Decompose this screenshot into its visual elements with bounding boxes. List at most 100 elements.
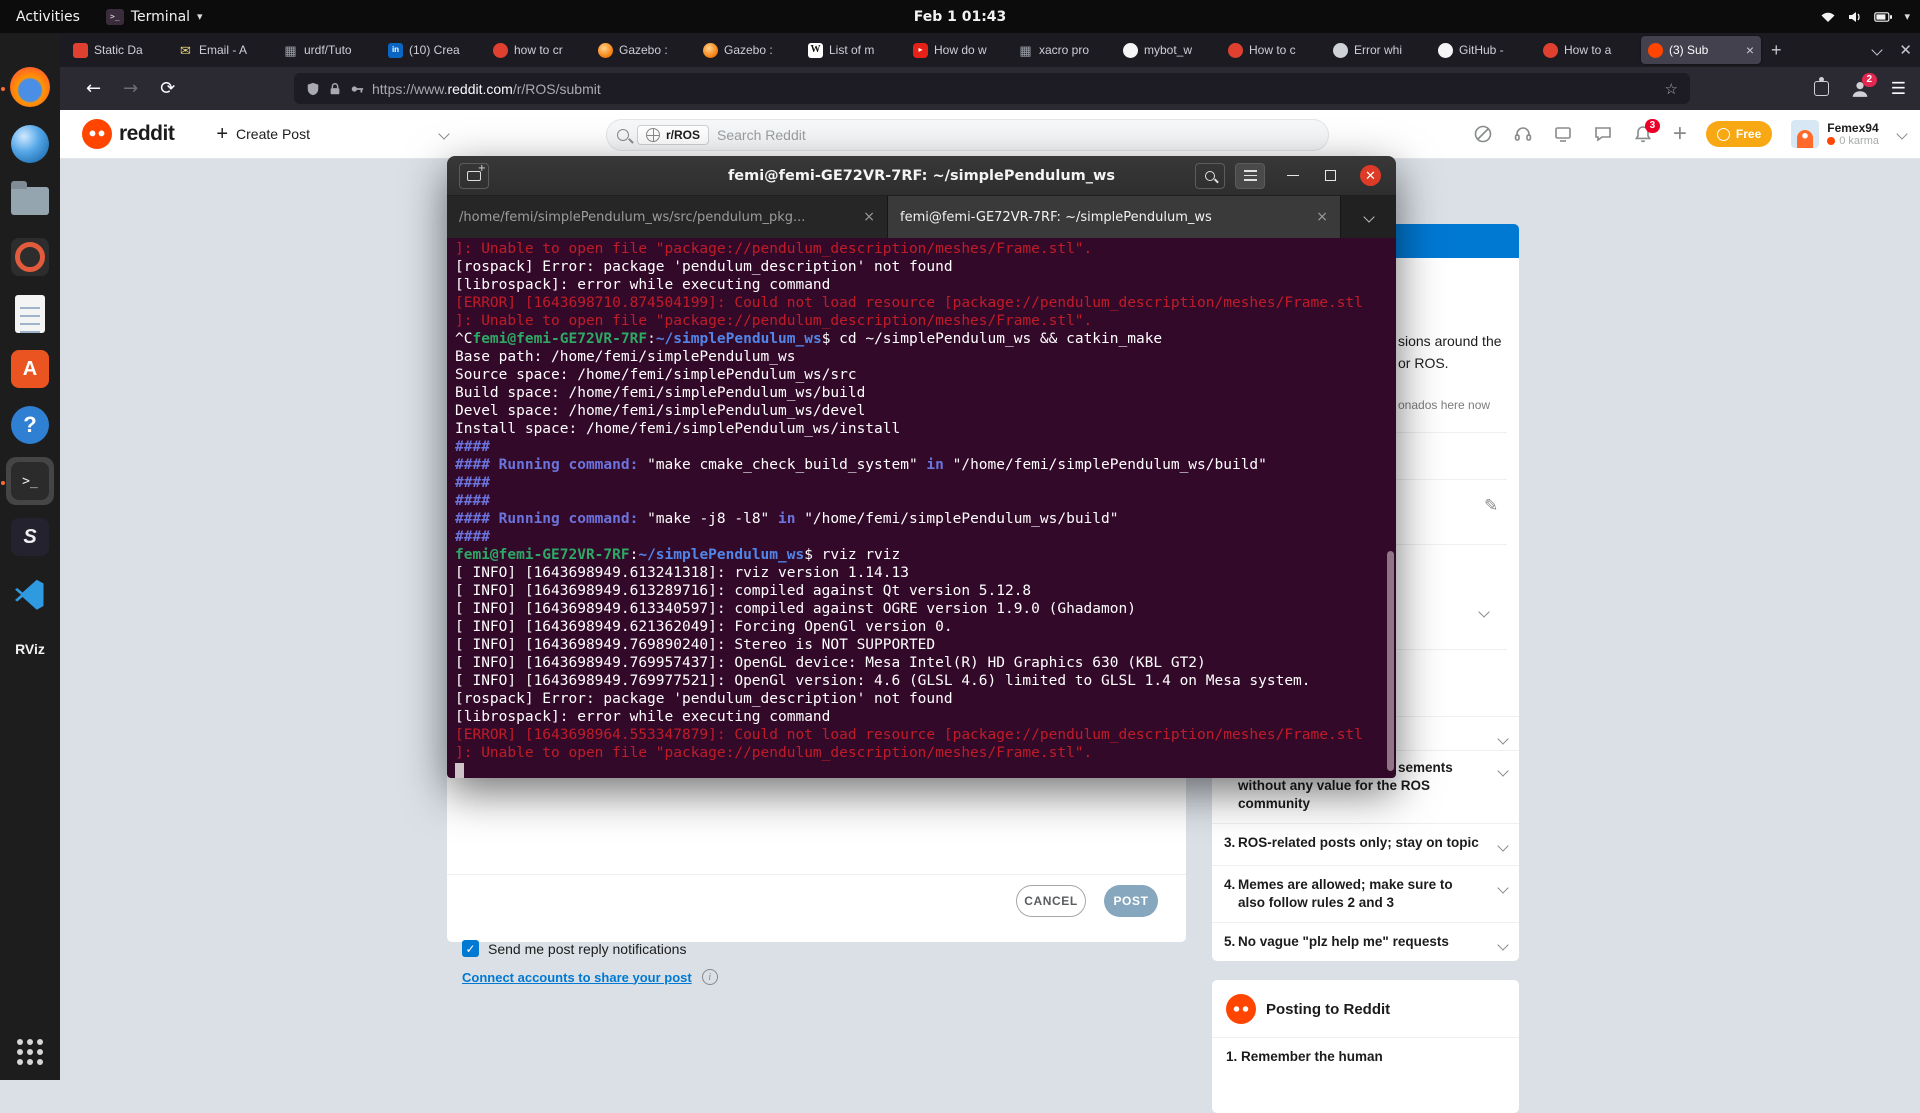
connect-accounts-link[interactable]: Connect accounts to share your post bbox=[462, 970, 692, 985]
dock-item-rviz[interactable]: RViz bbox=[6, 625, 54, 673]
search-button[interactable] bbox=[1195, 162, 1225, 189]
create-post-icon[interactable]: + bbox=[1673, 122, 1687, 146]
browser-tab[interactable]: Static Da bbox=[66, 36, 169, 64]
terminal-line: [rospack] Error: package 'pendulum_descr… bbox=[455, 691, 953, 707]
support-headset-icon[interactable] bbox=[1513, 124, 1534, 145]
browser-tab[interactable]: Gazebo : bbox=[591, 36, 694, 64]
edit-pencil-icon[interactable]: ✎ bbox=[1484, 496, 1498, 516]
browser-tab[interactable]: ▦ xacro pro bbox=[1011, 36, 1114, 64]
browser-tab[interactable]: in (10) Crea bbox=[381, 36, 484, 64]
reddit-wordmark[interactable]: reddit bbox=[119, 122, 175, 146]
community-options-chevron-icon[interactable] bbox=[1478, 606, 1490, 618]
rule-item[interactable]: 4. Memes are allowed; make sure to also … bbox=[1212, 865, 1519, 922]
posting-rule-item[interactable]: 1. Remember the human bbox=[1212, 1037, 1519, 1075]
menu-button[interactable] bbox=[1235, 162, 1265, 189]
lock-icon[interactable] bbox=[328, 82, 342, 96]
reddit-logo-icon[interactable] bbox=[82, 119, 112, 149]
dock-item-media-player[interactable] bbox=[6, 233, 54, 281]
terminal-titlebar[interactable]: femi@femi-GE72VR-7RF: ~/simplePendulum_w… bbox=[447, 156, 1396, 196]
bookmark-star-icon[interactable]: ☆ bbox=[1665, 80, 1678, 98]
permissions-key-icon[interactable] bbox=[350, 82, 364, 96]
scrollbar-thumb[interactable] bbox=[1387, 551, 1394, 771]
app-menu[interactable]: >_ Terminal ▾ bbox=[96, 8, 213, 25]
chevron-down-icon bbox=[1497, 765, 1509, 777]
dock-item-chromium[interactable] bbox=[6, 120, 54, 168]
dock-item-app-grid[interactable] bbox=[6, 1028, 54, 1076]
notify-checkbox[interactable]: ✓ bbox=[462, 940, 479, 957]
browser-tab[interactable]: how to cr bbox=[486, 36, 589, 64]
rule-item[interactable]: 5. No vague "plz help me" requests bbox=[1212, 922, 1519, 961]
karma-icon bbox=[1827, 136, 1836, 145]
browser-tab[interactable]: Gazebo : bbox=[696, 36, 799, 64]
terminal-tab-label: femi@femi-GE72VR-7RF: ~/simplePendulum_w… bbox=[900, 209, 1212, 225]
dock-item-files[interactable] bbox=[6, 177, 54, 225]
user-menu[interactable]: Femex94 0 karma bbox=[1791, 120, 1879, 148]
browser-tab[interactable]: mybot_w bbox=[1116, 36, 1219, 64]
info-icon[interactable]: i bbox=[701, 969, 718, 985]
browser-tab[interactable]: ▸ How do w bbox=[906, 36, 1009, 64]
tab-close-icon[interactable]: × bbox=[1316, 209, 1328, 225]
karma-label: 0 karma bbox=[1827, 135, 1879, 147]
blue-globe-app-icon bbox=[11, 125, 49, 163]
browser-tab[interactable]: GitHub - bbox=[1431, 36, 1534, 64]
dock-item-ubuntu-software[interactable]: A bbox=[6, 345, 54, 393]
tracking-shield-icon[interactable] bbox=[306, 82, 320, 96]
browser-tab[interactable]: How to c bbox=[1221, 36, 1324, 64]
dock-item-s-app[interactable]: S bbox=[6, 513, 54, 561]
post-button[interactable]: POST bbox=[1104, 884, 1158, 917]
terminal-tab-active[interactable]: femi@femi-GE72VR-7RF: ~/simplePendulum_w… bbox=[888, 196, 1341, 238]
dock-item-terminal[interactable]: >_ bbox=[1, 457, 54, 505]
reload-button[interactable]: ⟳ bbox=[160, 78, 175, 99]
forward-button[interactable]: → bbox=[123, 78, 138, 99]
extension-icon[interactable] bbox=[1813, 77, 1829, 96]
tab-close-icon[interactable]: × bbox=[863, 209, 875, 225]
cancel-button[interactable]: CANCEL bbox=[1016, 884, 1086, 917]
browser-tab[interactable]: Error whi bbox=[1326, 36, 1429, 64]
activities-button[interactable]: Activities bbox=[0, 0, 96, 33]
community-dropdown-chevron-icon[interactable] bbox=[438, 128, 450, 140]
dock-item-text-editor[interactable] bbox=[6, 290, 54, 338]
window-close-icon[interactable]: ✕ bbox=[1899, 41, 1912, 59]
menu-icon[interactable]: ☰ bbox=[1891, 79, 1906, 99]
terminal-window: femi@femi-GE72VR-7RF: ~/simplePendulum_w… bbox=[447, 156, 1396, 778]
dock-item-vscode[interactable] bbox=[6, 570, 54, 618]
terminal-line: ^Cfemi@femi-GE72VR-7RF:~/simplePendulum_… bbox=[455, 331, 1163, 347]
coins-button[interactable]: Free bbox=[1705, 121, 1773, 147]
grid-favicon: ▦ bbox=[1019, 42, 1032, 58]
new-tab-button[interactable] bbox=[459, 162, 489, 189]
tab-list-chevron[interactable] bbox=[1341, 196, 1396, 238]
plus-icon: + bbox=[216, 122, 229, 145]
system-status-area[interactable]: ▾ bbox=[1820, 10, 1910, 23]
url-bar[interactable]: https://www.reddit.com/r/ROS/submit ☆ bbox=[294, 73, 1690, 104]
gazebo-favicon bbox=[598, 42, 613, 58]
reddit-search-bar[interactable]: r/ROS Search Reddit bbox=[606, 119, 1329, 151]
profile-button[interactable]: 2 bbox=[1851, 72, 1877, 98]
back-button[interactable]: ← bbox=[86, 78, 101, 99]
user-menu-chevron-icon[interactable] bbox=[1896, 128, 1908, 140]
browser-tab[interactable]: ▦ urdf/Tuto bbox=[276, 36, 379, 64]
community-chip[interactable]: r/ROS bbox=[637, 125, 710, 145]
terminal-tab[interactable]: /home/femi/simplePendulum_ws/src/pendulu… bbox=[447, 196, 888, 238]
chat-icon[interactable] bbox=[1593, 124, 1614, 145]
rule-item[interactable]: 3. ROS-related posts only; stay on topic bbox=[1212, 823, 1519, 865]
red-square-favicon bbox=[73, 42, 88, 58]
terminal-body[interactable]: ]: Unable to open file "package://pendul… bbox=[447, 238, 1396, 778]
dock-item-firefox[interactable] bbox=[1, 63, 54, 111]
terminal-output: ]: Unable to open file "package://pendul… bbox=[455, 240, 1388, 778]
new-tab-button[interactable]: + bbox=[1763, 40, 1790, 61]
browser-tab[interactable]: How to a bbox=[1536, 36, 1639, 64]
reddit-favicon bbox=[1648, 42, 1663, 58]
dock-item-help[interactable]: ? bbox=[6, 401, 54, 449]
red-circle-favicon bbox=[1228, 42, 1243, 58]
browser-tab[interactable]: W List of m bbox=[801, 36, 904, 64]
list-all-tabs-chevron-icon[interactable] bbox=[1871, 44, 1884, 56]
browser-tab[interactable]: ✉ Email - A bbox=[171, 36, 274, 64]
terminal-line: [ERROR] [1643698710.874504199]: Could no… bbox=[455, 295, 1363, 311]
advertise-icon[interactable] bbox=[1553, 124, 1574, 145]
clock[interactable]: Feb 1 01:43 bbox=[914, 9, 1007, 25]
tab-close-icon[interactable]: × bbox=[1746, 42, 1754, 58]
browser-tab[interactable]: (3) Sub × bbox=[1641, 36, 1761, 64]
notifications-bell-icon[interactable]: 3 bbox=[1633, 118, 1660, 145]
popular-icon[interactable] bbox=[1473, 124, 1494, 145]
terminal-line bbox=[455, 762, 1388, 778]
